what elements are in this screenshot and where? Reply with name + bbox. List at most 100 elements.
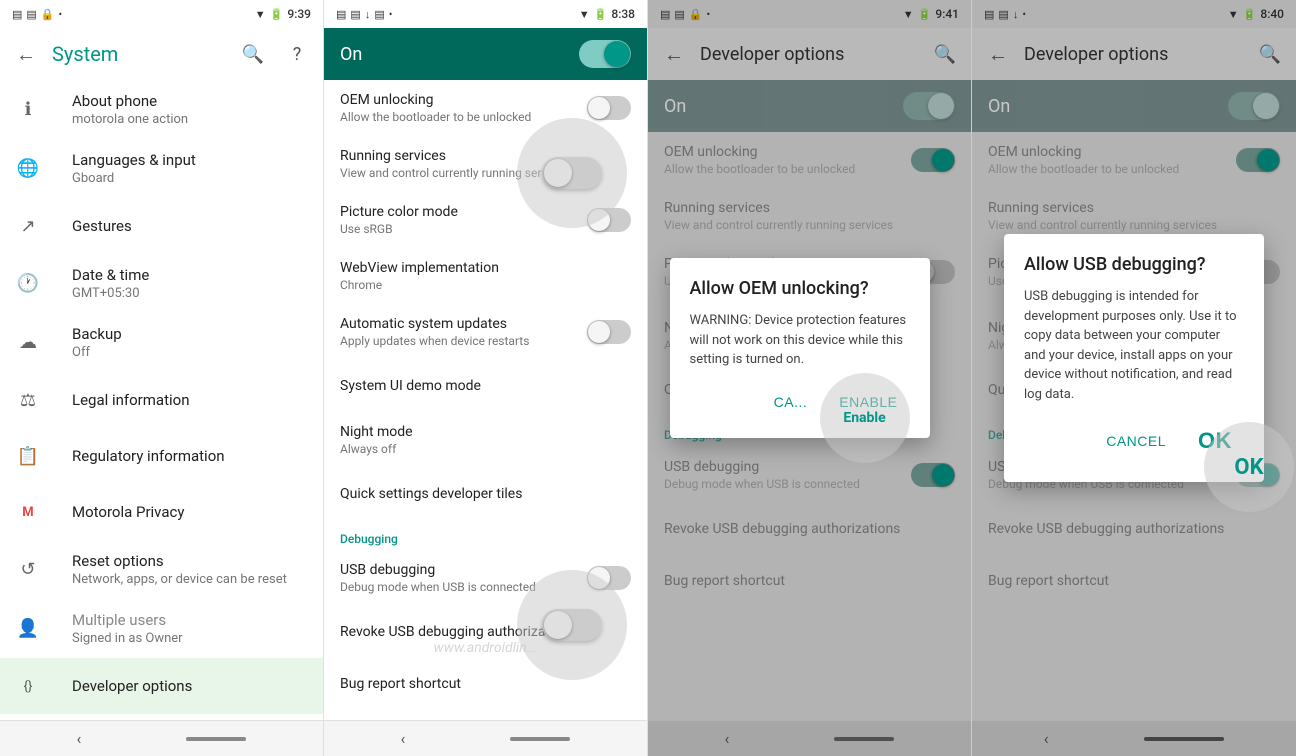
backup-icon: ☁ [16, 331, 40, 355]
settings-item-about[interactable]: ℹ About phone motorola one action [0, 80, 323, 139]
circle-ok-label: OK [1234, 455, 1263, 480]
back-button-1[interactable]: ← [8, 36, 44, 72]
developer-toggle[interactable] [579, 40, 631, 68]
usb-dialog-body: USB debugging is intended for developmen… [1024, 287, 1244, 404]
developer-title: Developer options [72, 677, 307, 695]
dev-item-night[interactable]: Night mode Always off [324, 412, 647, 468]
circle-overlay-usb [517, 570, 627, 680]
nav-back-1[interactable]: ‹ [77, 729, 82, 748]
about-text: About phone motorola one action [72, 92, 307, 127]
motorola-title: Motorola Privacy [72, 503, 307, 521]
file-icon-2: ▤ [374, 8, 384, 21]
dot-icon-2: • [389, 8, 393, 21]
notification-icon-2: ▤ [26, 8, 36, 21]
users-subtitle: Signed in as Owner [72, 631, 307, 646]
settings-item-backup[interactable]: ☁ Backup Off [0, 313, 323, 372]
datetime-title: Date & time [72, 266, 307, 284]
settings-item-gestures[interactable]: ↗ Gestures [0, 198, 323, 254]
regulatory-title: Regulatory information [72, 447, 307, 465]
time-1: 9:39 [287, 7, 311, 21]
oem-dialog-title: Allow OEM unlocking? [690, 278, 910, 299]
settings-list-1: ℹ About phone motorola one action 🌐 Lang… [0, 80, 323, 720]
users-text: Multiple users Signed in as Owner [72, 611, 307, 646]
status-icons-left-2: ▤ ▤ ↓ ▤ • [336, 8, 392, 21]
circle-ok: OK [1204, 422, 1294, 512]
nav-pill-1 [186, 737, 246, 741]
legal-text: Legal information [72, 391, 307, 409]
settings-item-language[interactable]: 🌐 Languages & input Gboard [0, 139, 323, 198]
nav-back-2[interactable]: ‹ [401, 729, 406, 748]
oem-toggle-thumb-2 [588, 97, 610, 119]
back-arrow-icon-1: ← [16, 42, 36, 67]
reset-text: Reset options Network, apps, or device c… [72, 552, 307, 587]
oem-dialog-body: WARNING: Device protection features will… [690, 311, 910, 370]
settings-item-legal[interactable]: ⚖ Legal information [0, 372, 323, 428]
circle-enable-label: Enable [843, 410, 885, 426]
autoupdate-toggle-2[interactable] [587, 320, 631, 344]
legal-title: Legal information [72, 391, 307, 409]
page-title-1: System [52, 42, 227, 66]
notif-icon-2b: ▤ [350, 8, 360, 21]
autoupdate-title-2: Automatic system updates [340, 316, 587, 332]
webview-text-2: WebView implementation Chrome [340, 260, 631, 292]
backup-text: Backup Off [72, 325, 307, 360]
night-text-2: Night mode Always off [340, 424, 631, 456]
dev-item-quicktiles[interactable]: Quick settings developer tiles [324, 468, 647, 520]
settings-item-datetime[interactable]: 🕐 Date & time GMT+05:30 [0, 254, 323, 313]
demo-title-2: System UI demo mode [340, 378, 631, 394]
dev-item-webview[interactable]: WebView implementation Chrome [324, 248, 647, 304]
demo-text-2: System UI demo mode [340, 378, 631, 394]
help-button-1[interactable]: ? [279, 36, 315, 72]
status-bar-1: ▤ ▤ 🔒 • ▼ 🔋 9:39 [0, 0, 323, 28]
inner-toggle-usb [542, 609, 602, 641]
status-icons-right-2: ▼ 🔋 8:38 [579, 7, 635, 21]
users-icon: 👤 [16, 617, 40, 641]
settings-item-motorola[interactable]: M Motorola Privacy [0, 484, 323, 540]
autoupdate-text-2: Automatic system updates Apply updates w… [340, 316, 587, 348]
oem-cancel-button[interactable]: Ca... [762, 386, 820, 418]
datetime-text: Date & time GMT+05:30 [72, 266, 307, 301]
settings-item-regulatory[interactable]: 📋 Regulatory information [0, 428, 323, 484]
users-title: Multiple users [72, 611, 307, 629]
regulatory-icon: 📋 [16, 444, 40, 468]
battery-icon-1: 🔋 [270, 8, 284, 21]
status-icons-right-1: ▼ 🔋 9:39 [255, 7, 311, 21]
dev-item-autoupdate[interactable]: Automatic system updates Apply updates w… [324, 304, 647, 360]
help-icon-1: ? [293, 44, 302, 65]
usb-dialog: Allow USB debugging? USB debugging is in… [1004, 234, 1264, 482]
webview-title-2: WebView implementation [340, 260, 631, 276]
nav-bar-2: ‹ [324, 720, 647, 756]
oem-dialog-overlay: Allow OEM unlocking? WARNING: Device pro… [648, 0, 971, 756]
developer-toggle-thumb [604, 41, 630, 67]
autoupdate-toggle-thumb-2 [588, 321, 610, 343]
circle-overlay-oem [517, 118, 627, 228]
language-icon: 🌐 [16, 157, 40, 181]
language-text: Languages & input Gboard [72, 151, 307, 186]
nav-pill-2 [510, 737, 570, 741]
panel-developer-usb-dialog: ▤ ▤ ↓ • ▼ 🔋 8:40 ← Developer options 🔍 O… [972, 0, 1296, 756]
gestures-text: Gestures [72, 217, 307, 235]
dot-icon: • [59, 8, 63, 21]
datetime-subtitle: GMT+05:30 [72, 286, 307, 301]
developer-on-bar[interactable]: On [324, 28, 647, 80]
settings-item-users[interactable]: 👤 Multiple users Signed in as Owner [0, 599, 323, 658]
regulatory-text: Regulatory information [72, 447, 307, 465]
backup-subtitle: Off [72, 345, 307, 360]
nav-bar-1: ‹ [0, 720, 323, 756]
usb-cancel-button[interactable]: Cancel [1094, 420, 1178, 462]
status-icons-left-1: ▤ ▤ 🔒 • [12, 8, 62, 21]
search-button-1[interactable]: 🔍 [235, 36, 271, 72]
gestures-icon: ↗ [16, 214, 40, 238]
panel-system-settings: ▤ ▤ 🔒 • ▼ 🔋 9:39 ← System 🔍 ? ℹ About ph… [0, 0, 324, 756]
panel-developer-oem-dialog: ▤ ▤ 🔒 • ▼ 🔋 9:41 ← Developer options 🔍 O [648, 0, 972, 756]
about-subtitle: motorola one action [72, 112, 307, 127]
color-subtitle-2: Use sRGB [340, 222, 587, 236]
oem-toggle-2[interactable] [587, 96, 631, 120]
settings-item-developer[interactable]: {} Developer options [0, 658, 323, 714]
search-icon-1: 🔍 [242, 44, 264, 65]
settings-item-reset[interactable]: ↺ Reset options Network, apps, or device… [0, 540, 323, 599]
oem-text-2: OEM unlocking Allow the bootloader to be… [340, 92, 587, 124]
wifi-icon-2: ▼ [579, 8, 590, 21]
dev-item-demo[interactable]: System UI demo mode [324, 360, 647, 412]
autoupdate-subtitle-2: Apply updates when device restarts [340, 334, 587, 348]
